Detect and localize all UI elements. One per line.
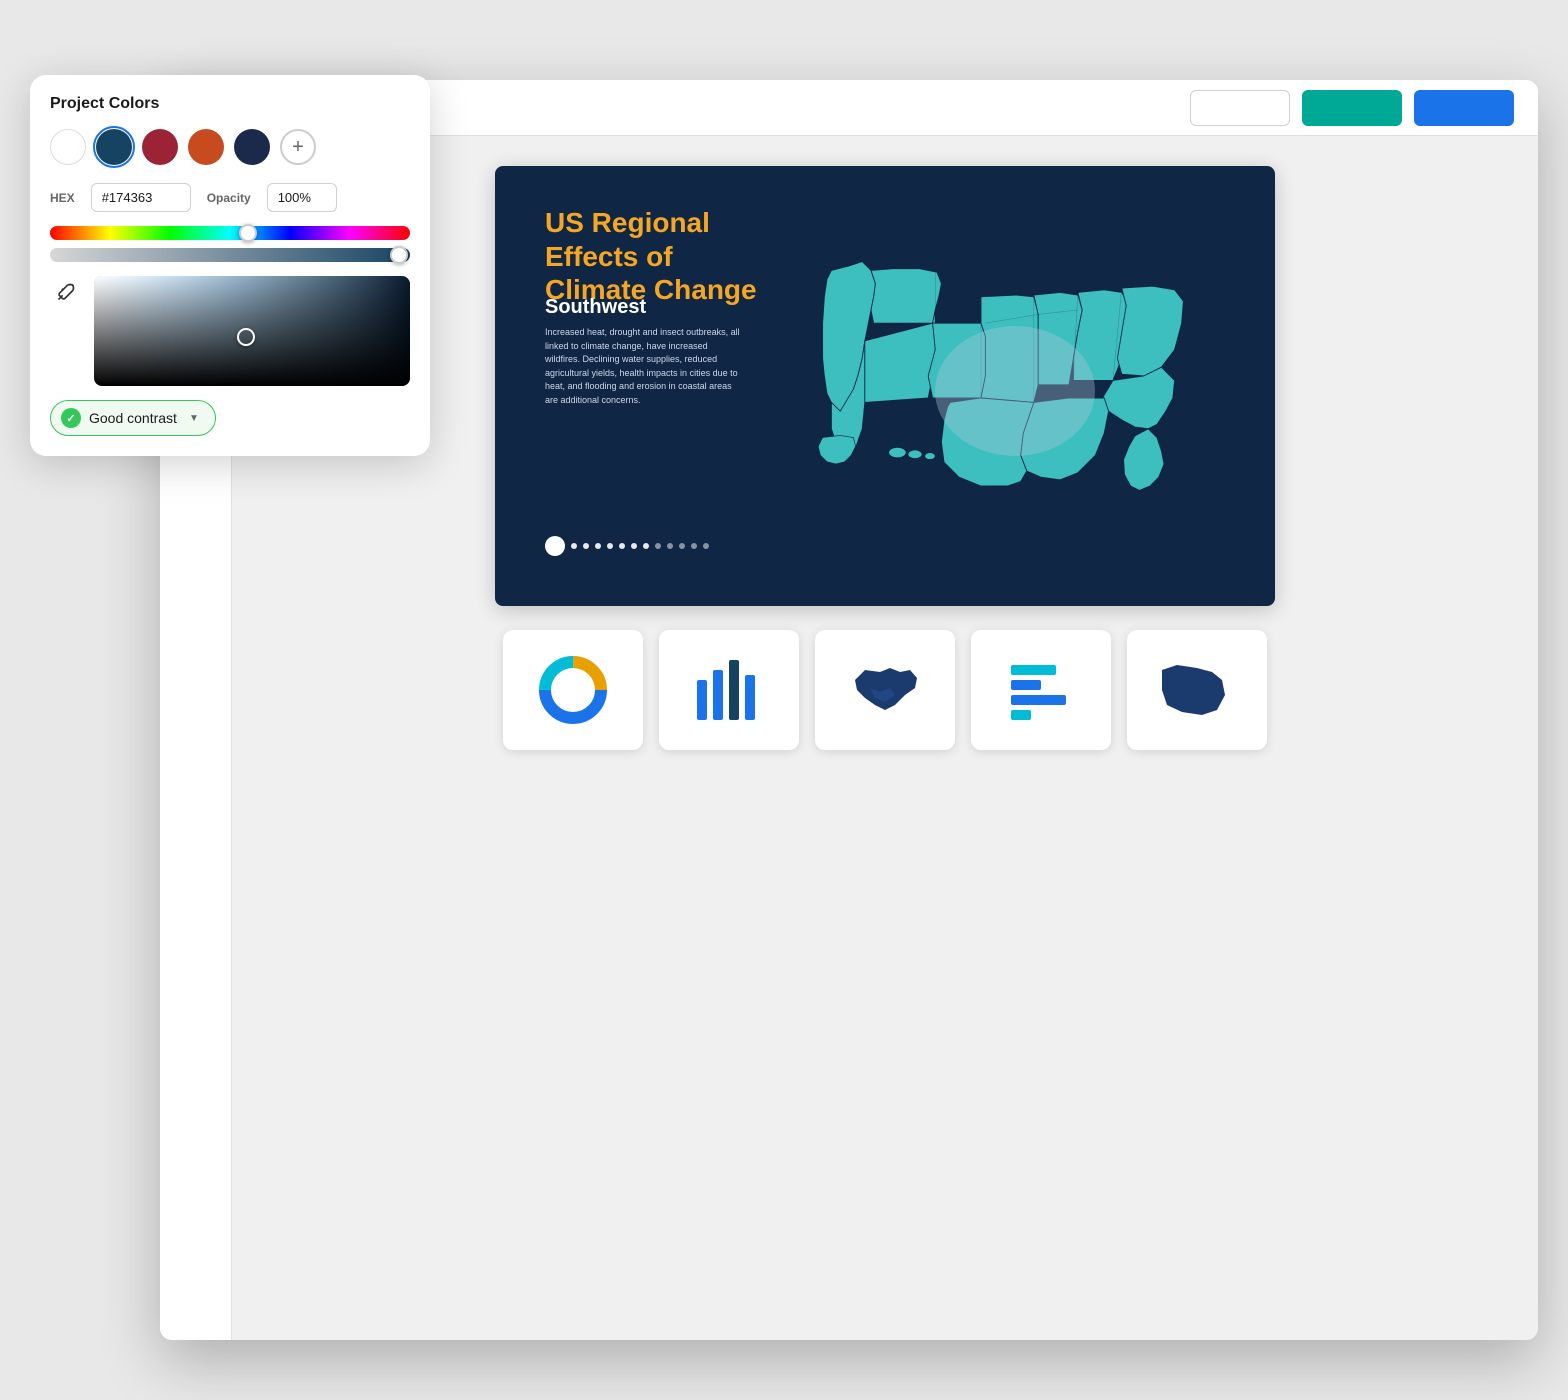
color-swatches: + xyxy=(50,129,410,165)
contrast-label: Good contrast xyxy=(89,410,177,426)
thumbnail-usa-map[interactable] xyxy=(1127,630,1267,750)
toolbar-button-teal[interactable] xyxy=(1302,90,1402,126)
timeline-dot xyxy=(679,543,685,549)
timeline-dot xyxy=(595,543,601,549)
color-gradient-picker[interactable] xyxy=(94,276,410,386)
usa-map-small-icon xyxy=(1157,650,1237,730)
swatch-crimson[interactable] xyxy=(142,129,178,165)
hex-input[interactable] xyxy=(91,183,191,212)
timeline-dot xyxy=(691,543,697,549)
timeline-dot xyxy=(583,543,589,549)
timeline-dot xyxy=(631,543,637,549)
popup-title: Project Colors xyxy=(50,95,410,113)
picker-thumb[interactable] xyxy=(237,328,255,346)
canada-map-icon xyxy=(845,650,925,730)
hex-opacity-row: HEX Opacity xyxy=(50,183,410,212)
timeline-dot xyxy=(703,543,709,549)
alpha-slider[interactable] xyxy=(50,248,410,262)
add-color-button[interactable]: + xyxy=(280,129,316,165)
swatch-orange[interactable] xyxy=(188,129,224,165)
swatch-white[interactable] xyxy=(50,129,86,165)
slide-title: US Regional Effects of Climate Change xyxy=(545,206,805,307)
timeline-dot xyxy=(667,543,673,549)
thumbnails-row xyxy=(503,630,1267,750)
thumbnail-bar-chart[interactable] xyxy=(659,630,799,750)
timeline-dot xyxy=(571,543,577,549)
timeline-dot xyxy=(655,543,661,549)
swatch-dark-navy[interactable] xyxy=(234,129,270,165)
swatch-navy[interactable] xyxy=(96,129,132,165)
hue-track xyxy=(50,226,410,240)
slide-subtitle: Southwest xyxy=(545,296,646,319)
timeline-dot xyxy=(619,543,625,549)
timeline-dot xyxy=(643,543,649,549)
bar-chart-icon xyxy=(689,650,769,730)
toolbar-button-blue[interactable] xyxy=(1414,90,1514,126)
contrast-badge[interactable]: ✓ Good contrast ▼ xyxy=(50,400,216,436)
slide-timeline xyxy=(545,536,709,556)
eyedropper-icon xyxy=(56,282,76,302)
opacity-label: Opacity xyxy=(207,191,251,205)
contrast-chevron-icon: ▼ xyxy=(189,413,199,424)
hue-slider[interactable] xyxy=(50,226,410,240)
timeline-marker xyxy=(545,536,565,556)
thumbnail-horizontal-bar[interactable] xyxy=(971,630,1111,750)
slide-body-text: Increased heat, drought and insect outbr… xyxy=(545,326,740,407)
opacity-input[interactable] xyxy=(267,183,337,212)
alpha-thumb[interactable] xyxy=(390,246,408,264)
dropper-and-picker xyxy=(50,276,410,386)
thumbnail-canada-map[interactable] xyxy=(815,630,955,750)
contrast-check-icon: ✓ xyxy=(61,408,81,428)
hue-thumb[interactable] xyxy=(239,224,257,242)
eyedropper-button[interactable] xyxy=(50,276,82,308)
timeline-dot xyxy=(607,543,613,549)
map-container xyxy=(805,196,1245,556)
toolbar-button-white[interactable] xyxy=(1190,90,1290,126)
slide[interactable]: US Regional Effects of Climate Change So… xyxy=(495,166,1275,606)
map-spotlight xyxy=(935,326,1095,456)
hex-label: HEX xyxy=(50,191,75,205)
horizontal-bar-icon xyxy=(1001,650,1081,730)
thumbnail-donut-chart[interactable] xyxy=(503,630,643,750)
color-picker-popup: Project Colors + HEX Opacity xyxy=(30,75,430,456)
donut-chart-icon xyxy=(533,650,613,730)
